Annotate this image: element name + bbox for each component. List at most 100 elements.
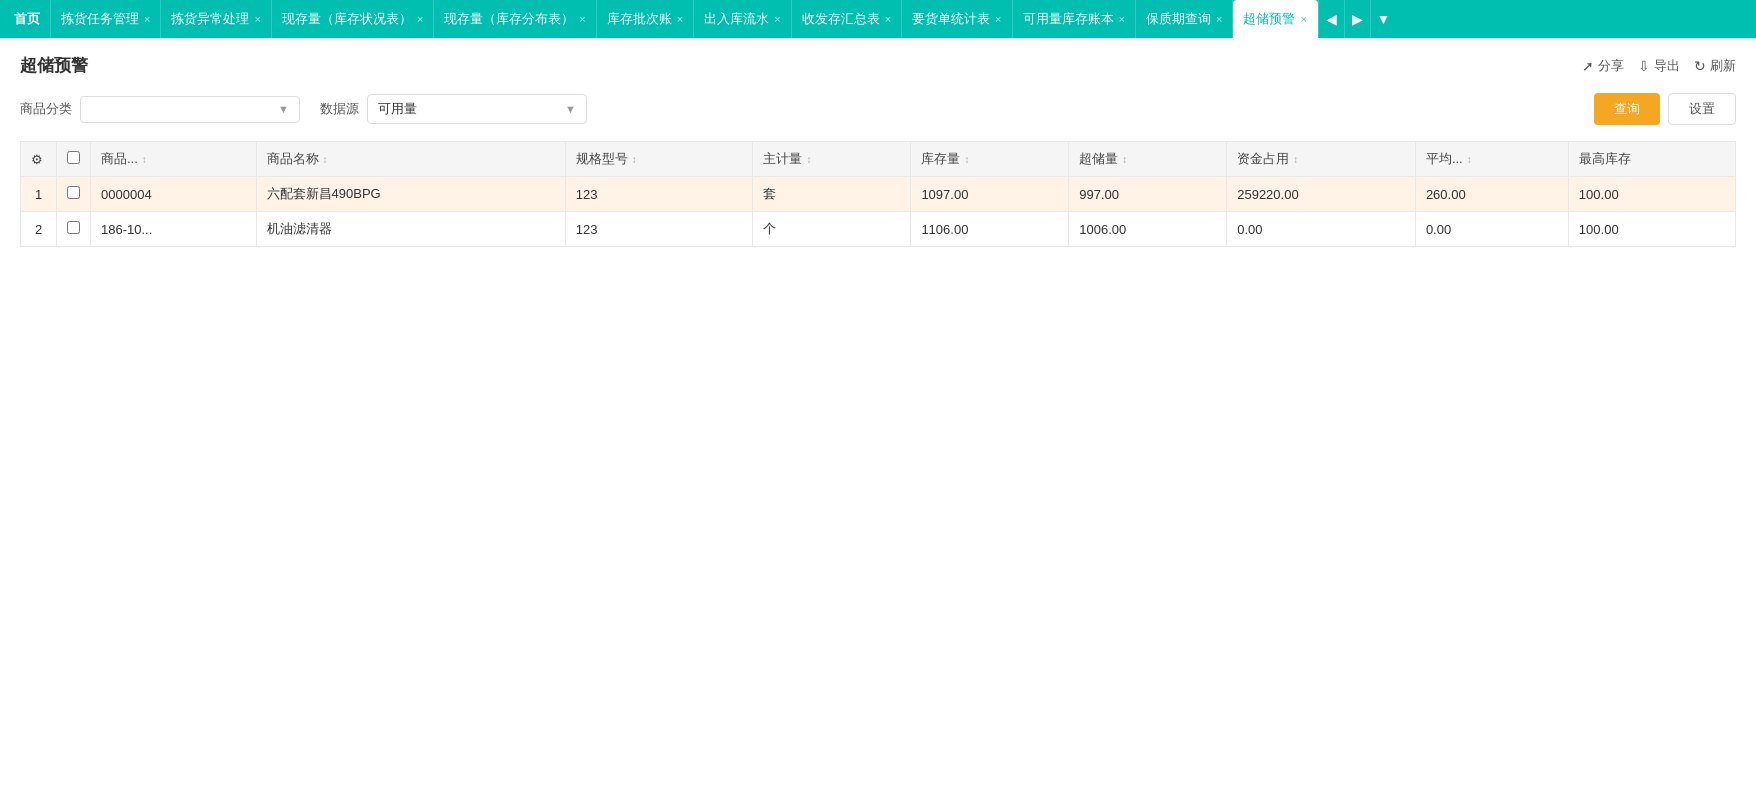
product-name: 机油滤清器 xyxy=(256,212,565,247)
close-icon[interactable]: × xyxy=(1300,13,1306,25)
close-icon[interactable]: × xyxy=(254,13,260,25)
unit: 个 xyxy=(753,212,911,247)
page-header: 超储预警 ➚ 分享 ⇩ 导出 ↻ 刷新 xyxy=(20,54,1736,77)
table-row: 2 186-10... 机油滤清器 123 个 1106.00 1006.00 … xyxy=(21,212,1736,247)
sort-icon: ↕ xyxy=(964,154,969,165)
category-select[interactable]: ▼ xyxy=(80,96,300,123)
query-button[interactable]: 查询 xyxy=(1594,93,1660,125)
sort-icon: ↕ xyxy=(632,154,637,165)
stock-qty: 1106.00 xyxy=(911,212,1069,247)
settings-button[interactable]: 设置 xyxy=(1668,93,1736,125)
select-all-checkbox[interactable] xyxy=(67,151,80,164)
nav-tab-home[interactable]: 首页 xyxy=(4,0,51,38)
nav-tab-overstock[interactable]: 超储预警 × xyxy=(1233,0,1317,38)
chevron-down-icon: ▼ xyxy=(565,103,576,115)
close-icon[interactable]: × xyxy=(1119,13,1125,25)
row-checkbox-cell[interactable] xyxy=(57,212,91,247)
category-filter: 商品分类 ▼ xyxy=(20,96,300,123)
datasource-label: 数据源 xyxy=(320,100,359,118)
col-product-name[interactable]: 商品名称 ↕ xyxy=(256,142,565,177)
page-content: 超储预警 ➚ 分享 ⇩ 导出 ↻ 刷新 商品分类 ▼ 数据源 xyxy=(0,38,1756,263)
row-checkbox-cell[interactable] xyxy=(57,177,91,212)
datasource-value: 可用量 xyxy=(378,100,417,118)
row-number: 1 xyxy=(21,177,57,212)
product-code: 0000004 xyxy=(91,177,257,212)
product-name: 六配套新昌490BPG xyxy=(256,177,565,212)
export-icon: ⇩ xyxy=(1638,58,1650,74)
nav-tab-stock-dist[interactable]: 现存量（库存分布表） × xyxy=(434,0,596,38)
nav-tab-stock-status[interactable]: 现存量（库存状况表） × xyxy=(272,0,434,38)
col-capital[interactable]: 资金占用 ↕ xyxy=(1227,142,1416,177)
refresh-button[interactable]: ↻ 刷新 xyxy=(1694,57,1736,75)
row-number: 2 xyxy=(21,212,57,247)
overstock-qty: 997.00 xyxy=(1069,177,1227,212)
col-product-code[interactable]: 商品... ↕ xyxy=(91,142,257,177)
nav-tab-inout[interactable]: 出入库流水 × xyxy=(694,0,791,38)
close-icon[interactable]: × xyxy=(885,13,891,25)
data-table: ⚙ 商品... ↕ 商品名称 ↕ xyxy=(20,141,1736,247)
col-check[interactable] xyxy=(57,142,91,177)
table-header-row: ⚙ 商品... ↕ 商品名称 ↕ xyxy=(21,142,1736,177)
col-unit[interactable]: 主计量 ↕ xyxy=(753,142,911,177)
max-stock: 100.00 xyxy=(1568,177,1735,212)
sort-icon: ↕ xyxy=(806,154,811,165)
capital-occupied: 259220.00 xyxy=(1227,177,1416,212)
datasource-select[interactable]: 可用量 ▼ xyxy=(367,94,587,124)
share-icon: ➚ xyxy=(1582,58,1594,74)
avg-price: 0.00 xyxy=(1415,212,1568,247)
nav-next-arrow[interactable]: ▶ xyxy=(1344,0,1370,38)
filter-buttons: 查询 设置 xyxy=(1594,93,1736,125)
close-icon[interactable]: × xyxy=(144,13,150,25)
sort-icon: ↕ xyxy=(1293,154,1298,165)
col-max-stock[interactable]: 最高库存 xyxy=(1568,142,1735,177)
close-icon[interactable]: × xyxy=(417,13,423,25)
export-button[interactable]: ⇩ 导出 xyxy=(1638,57,1680,75)
nav-tab-exception[interactable]: 拣货异常处理 × xyxy=(161,0,271,38)
avg-price: 260.00 xyxy=(1415,177,1568,212)
datasource-filter: 数据源 可用量 ▼ xyxy=(320,94,587,124)
max-stock: 100.00 xyxy=(1568,212,1735,247)
page-title: 超储预警 xyxy=(20,54,88,77)
gear-icon[interactable]: ⚙ xyxy=(31,152,43,167)
nav-more-arrow[interactable]: ▼ xyxy=(1370,0,1396,38)
col-spec[interactable]: 规格型号 ↕ xyxy=(565,142,753,177)
row-checkbox[interactable] xyxy=(67,186,80,199)
close-icon[interactable]: × xyxy=(1216,13,1222,25)
category-value xyxy=(91,102,95,117)
col-gear[interactable]: ⚙ xyxy=(21,142,57,177)
spec: 123 xyxy=(565,177,753,212)
unit: 套 xyxy=(753,177,911,212)
close-icon[interactable]: × xyxy=(579,13,585,25)
sort-icon: ↕ xyxy=(1122,154,1127,165)
capital-occupied: 0.00 xyxy=(1227,212,1416,247)
filter-row: 商品分类 ▼ 数据源 可用量 ▼ 查询 设置 xyxy=(20,93,1736,125)
nav-tab-task-mgmt[interactable]: 拣货任务管理 × xyxy=(51,0,161,38)
row-checkbox[interactable] xyxy=(67,221,80,234)
col-stock[interactable]: 库存量 ↕ xyxy=(911,142,1069,177)
close-icon[interactable]: × xyxy=(677,13,683,25)
sort-icon: ↕ xyxy=(142,154,147,165)
sort-icon: ↕ xyxy=(323,154,328,165)
col-overstock[interactable]: 超储量 ↕ xyxy=(1069,142,1227,177)
col-avg[interactable]: 平均... ↕ xyxy=(1415,142,1568,177)
nav-tab-order-stat[interactable]: 要货单统计表 × xyxy=(902,0,1012,38)
sort-icon: ↕ xyxy=(1467,154,1472,165)
refresh-icon: ↻ xyxy=(1694,58,1706,74)
nav-tab-summary[interactable]: 收发存汇总表 × xyxy=(792,0,902,38)
nav-tab-expiry[interactable]: 保质期查询 × xyxy=(1136,0,1233,38)
close-icon[interactable]: × xyxy=(995,13,1001,25)
category-label: 商品分类 xyxy=(20,100,72,118)
table-row: 1 0000004 六配套新昌490BPG 123 套 1097.00 997.… xyxy=(21,177,1736,212)
nav-tab-available[interactable]: 可用量库存账本 × xyxy=(1013,0,1136,38)
top-navigation: 首页 拣货任务管理 × 拣货异常处理 × 现存量（库存状况表） × 现存量（库存… xyxy=(0,0,1756,38)
spec: 123 xyxy=(565,212,753,247)
share-button[interactable]: ➚ 分享 xyxy=(1582,57,1624,75)
close-icon[interactable]: × xyxy=(774,13,780,25)
overstock-qty: 1006.00 xyxy=(1069,212,1227,247)
nav-tab-batch[interactable]: 库存批次账 × xyxy=(597,0,694,38)
stock-qty: 1097.00 xyxy=(911,177,1069,212)
header-actions: ➚ 分享 ⇩ 导出 ↻ 刷新 xyxy=(1582,57,1736,75)
product-code: 186-10... xyxy=(91,212,257,247)
nav-prev-arrow[interactable]: ◀ xyxy=(1318,0,1344,38)
chevron-down-icon: ▼ xyxy=(278,103,289,115)
